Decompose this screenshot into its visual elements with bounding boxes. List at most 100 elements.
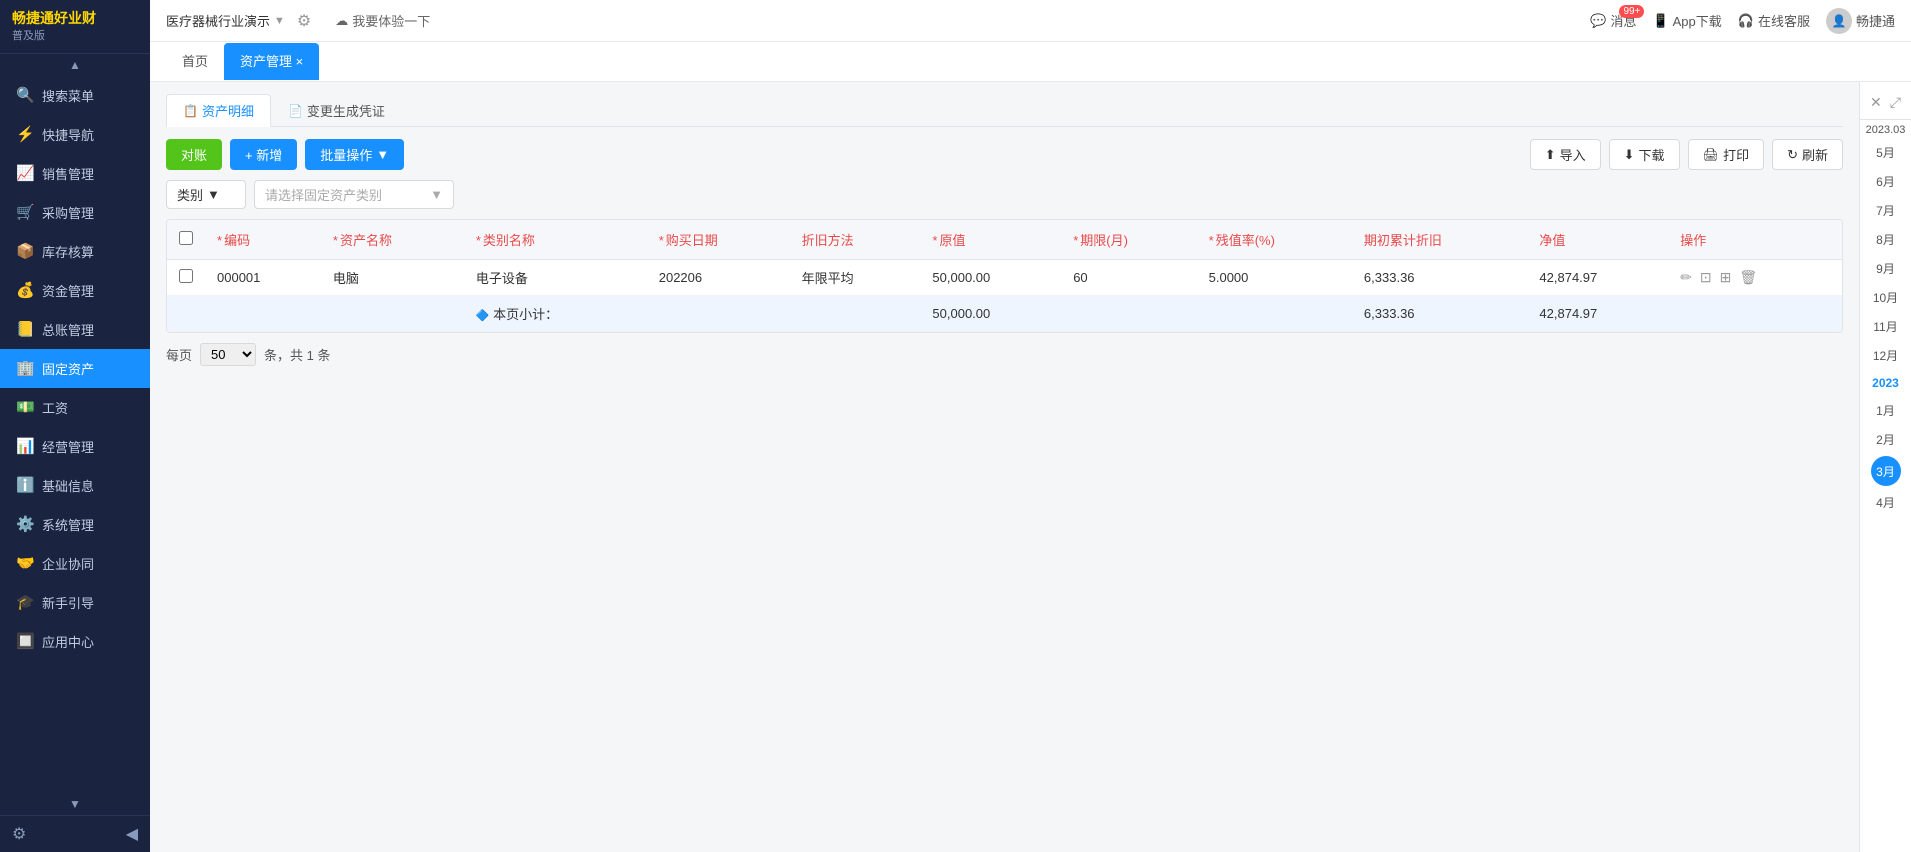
nav-label: 应用中心 — [42, 632, 94, 651]
trial-button[interactable]: ☁ 我要体验一下 — [335, 11, 430, 30]
total-label: 条，共 1 条 — [264, 345, 330, 364]
header-method: 折旧方法 — [790, 220, 921, 260]
pagination: 每页 102050100 条，共 1 条 — [166, 333, 1843, 366]
cal-month-5月[interactable]: 5月 — [1860, 138, 1911, 167]
collapse-icon[interactable]: ◀ — [126, 824, 138, 844]
sub-tab-icon: 📋 — [183, 104, 198, 118]
cal-month-6月[interactable]: 6月 — [1860, 167, 1911, 196]
batch-ops-arrow: ▼ — [376, 147, 389, 162]
sidebar-item-资金管理[interactable]: 💰资金管理 — [0, 271, 150, 310]
sidebar-item-经营管理[interactable]: 📊经营管理 — [0, 427, 150, 466]
subtotal-empty3 — [321, 296, 464, 332]
more-icon[interactable]: ⊞ — [1720, 269, 1732, 286]
edit-icon[interactable]: ✏ — [1680, 269, 1692, 286]
app-download-button[interactable]: 📱 App下载 — [1652, 11, 1721, 30]
refresh-button[interactable]: ↻ 刷新 — [1772, 139, 1843, 170]
trial-label: 我要体验一下 — [352, 11, 430, 30]
nav-icon: 📈 — [16, 164, 34, 182]
cal-month-2月[interactable]: 2月 — [1860, 425, 1911, 454]
new-button[interactable]: + 新增 — [230, 139, 297, 170]
delete-icon[interactable]: 🗑 — [1739, 269, 1757, 286]
download-button[interactable]: ⬇ 下载 — [1609, 139, 1680, 170]
reconcile-button[interactable]: 对账 — [166, 139, 222, 170]
nav-icon: ⚡ — [16, 125, 34, 143]
nav-icon: 🔲 — [16, 632, 34, 650]
cal-month-1月[interactable]: 1月 — [1860, 396, 1911, 425]
nav-label: 基础信息 — [42, 476, 94, 495]
subtotal-empty8 — [1668, 296, 1842, 332]
category-value-arrow: ▼ — [430, 187, 443, 202]
row-name: 电脑 — [321, 260, 464, 296]
cal-month-12月[interactable]: 12月 — [1860, 341, 1911, 370]
row-period: 60 — [1061, 260, 1196, 296]
nav-icon: 📊 — [16, 437, 34, 455]
panel-header: ✕ ⤢ — [1860, 86, 1911, 120]
cal-month-4月[interactable]: 4月 — [1860, 488, 1911, 517]
select-all-checkbox[interactable] — [179, 231, 193, 245]
content: 📋资产明细📄变更生成凭证 对账 + 新增 批量操作 ▼ ⬆ 导入 — [150, 82, 1911, 852]
subtotal-empty — [167, 296, 205, 332]
sidebar-item-应用中心[interactable]: 🔲 应用中心 — [0, 622, 150, 661]
import-button[interactable]: ⬆ 导入 — [1530, 139, 1601, 170]
print-button[interactable]: 🖨 打印 — [1688, 139, 1765, 170]
company-selector[interactable]: 医疗器械行业演示 ▼ — [166, 11, 285, 30]
sidebar-item-新手引导[interactable]: 🎓新手引导 — [0, 583, 150, 622]
sidebar-item-工资[interactable]: 💵工资 — [0, 388, 150, 427]
cal-month-9月[interactable]: 9月 — [1860, 254, 1911, 283]
sidebar-item-库存核算[interactable]: 📦库存核算 — [0, 232, 150, 271]
cal-month-11月[interactable]: 11月 — [1860, 312, 1911, 341]
sidebar-scroll-down[interactable]: ▼ — [0, 793, 150, 815]
cal-month-3月[interactable]: 3月 — [1871, 456, 1901, 486]
user-avatar[interactable]: 👤 畅捷通 — [1826, 8, 1895, 34]
online-service-label: 在线客服 — [1758, 11, 1810, 30]
import-icon: ⬆ — [1545, 147, 1556, 163]
row-checkbox[interactable] — [179, 269, 193, 283]
username-label: 畅捷通 — [1856, 11, 1895, 30]
sidebar-item-搜索菜单[interactable]: 🔍搜索菜单 — [0, 76, 150, 115]
row-net-value: 42,874.97 — [1527, 260, 1668, 296]
cal-month-7月[interactable]: 7月 — [1860, 196, 1911, 225]
sub-tab-资产明细[interactable]: 📋资产明细 — [166, 94, 271, 127]
sidebar-item-固定资产[interactable]: 🏢固定资产 — [0, 349, 150, 388]
print-icon: 🖨 — [1703, 147, 1720, 163]
download-label: 下载 — [1639, 145, 1665, 164]
sidebar-item-企业协同[interactable]: 🤝企业协同 — [0, 544, 150, 583]
logo-sub: 普及版 — [12, 27, 138, 43]
nav-icon: 🤝 — [16, 554, 34, 572]
sub-tab-变更生成凭证[interactable]: 📄变更生成凭证 — [271, 94, 402, 126]
sub-tabs: 📋资产明细📄变更生成凭证 — [166, 94, 1843, 127]
panel-expand-icon[interactable]: ⤢ — [1886, 90, 1905, 115]
category-value-filter[interactable]: 请选择固定资产类别 ▼ — [254, 180, 454, 209]
company-dropdown-arrow: ▼ — [274, 15, 285, 27]
sidebar-item-销售管理[interactable]: 📈销售管理 — [0, 154, 150, 193]
nav-icon: 📦 — [16, 242, 34, 260]
row-checkbox-cell — [167, 260, 205, 296]
sidebar-item-总账管理[interactable]: 📒总账管理 — [0, 310, 150, 349]
category-filter[interactable]: 类别 ▼ — [166, 180, 246, 209]
panel-close-icon[interactable]: ✕ — [1866, 90, 1886, 115]
sidebar-item-基础信息[interactable]: ℹ️基础信息 — [0, 466, 150, 505]
cal-month-8月[interactable]: 8月 — [1860, 225, 1911, 254]
logo: 畅捷通好业财 普及版 — [0, 0, 150, 54]
toolbar-right: ⬆ 导入 ⬇ 下载 🖨 打印 ↻ 刷新 — [1530, 139, 1843, 170]
online-service-button[interactable]: 🎧 在线客服 — [1738, 11, 1810, 30]
tab-首页[interactable]: 首页 — [166, 43, 224, 80]
batch-ops-button[interactable]: 批量操作 ▼ — [305, 139, 404, 170]
header-name: *资产名称 — [321, 220, 464, 260]
settings-icon[interactable]: ⚙ — [12, 824, 26, 844]
sidebar-item-系统管理[interactable]: ⚙️系统管理 — [0, 505, 150, 544]
subtotal-net-value: 42,874.97 — [1527, 296, 1668, 332]
sidebar-item-采购管理[interactable]: 🛒采购管理 — [0, 193, 150, 232]
assets-table: *编码 *资产名称 *类别名称 *购买日期 折旧方法 *原值 *期限(月) *残… — [166, 219, 1843, 333]
tab-资产管理[interactable]: 资产管理 × — [224, 43, 319, 80]
sidebar-item-快捷导航[interactable]: ⚡快捷导航 — [0, 115, 150, 154]
copy-icon[interactable]: ⊡ — [1700, 269, 1712, 286]
per-page-select[interactable]: 102050100 — [200, 343, 256, 366]
nav-label: 采购管理 — [42, 203, 94, 222]
messages-button[interactable]: 💬 消息 99+ — [1590, 11, 1636, 30]
sidebar-scroll-up[interactable]: ▲ — [0, 54, 150, 76]
topbar-settings-icon[interactable]: ⚙ — [297, 11, 311, 31]
row-actions: ✏ ⊡ ⊞ 🗑 — [1668, 260, 1842, 296]
cal-month-10月[interactable]: 10月 — [1860, 283, 1911, 312]
subtotal-accumulated: 6,333.36 — [1352, 296, 1527, 332]
